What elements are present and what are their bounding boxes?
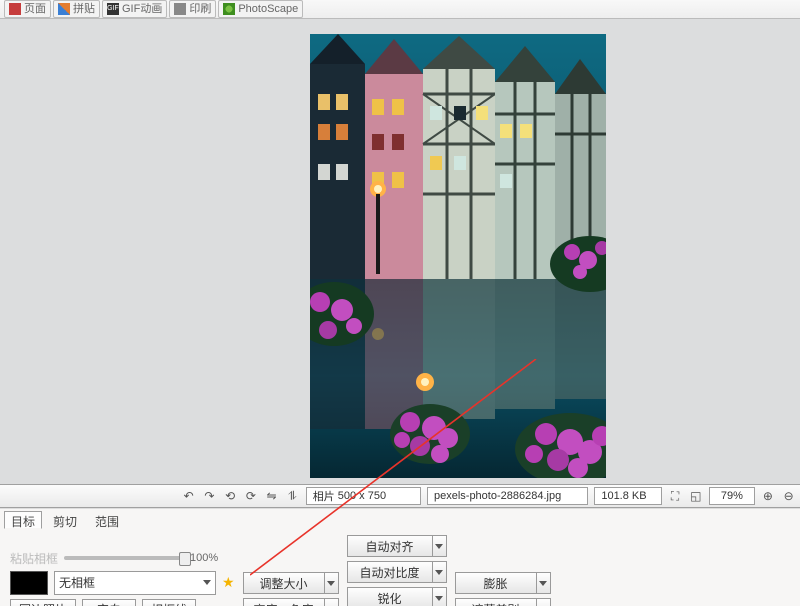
auto-align-button[interactable]: 自动对齐 [347,535,433,557]
tab-crop[interactable]: 剪切 [46,511,84,529]
star-icon[interactable]: ★ [222,574,235,591]
fit-screen-icon[interactable]: ⛶ [668,488,683,504]
panel-tabs: 目标 剪切 范围 [4,511,796,529]
top-toolbar: 页面 拼贴 GIFGIF动画 印刷 PhotoScape [0,0,800,19]
blank-button[interactable]: 空白 [82,599,136,606]
frame-opacity-slider[interactable] [64,556,184,560]
control-panel: 目标 剪切 范围 粘贴相框 100% 无相框 ★ 圆边照片 空白 相框线 [0,508,800,606]
tab-photoscape[interactable]: PhotoScape [218,0,303,18]
paste-frame-label: 粘贴相框 [10,550,58,567]
tab-collage[interactable]: 拼贴 [53,0,100,18]
flip-v-icon[interactable]: ⥮ [285,488,300,504]
tab-print[interactable]: 印刷 [169,0,216,18]
actual-size-icon[interactable]: ◱ [688,488,703,504]
bloom-dropdown[interactable] [537,572,551,594]
zoom-in-icon[interactable]: ⊕ [761,488,776,504]
frame-opacity-value: 100% [190,552,218,564]
frame-line-button[interactable]: 相框线 [142,599,196,606]
flip-h-icon[interactable]: ⇋ [264,488,279,504]
dimensions-field: 相片 500 x 750 [306,487,421,505]
status-bar: ↶ ↷ ⟲ ⟳ ⇋ ⥮ 相片 500 x 750 pexels-photo-28… [0,484,800,508]
filename-field: pexels-photo-2886284.jpg [427,487,588,505]
tab-target[interactable]: 目标 [4,511,42,529]
resize-dropdown[interactable] [325,572,339,594]
brightness-color-button[interactable]: 亮度，色度 [243,598,325,606]
zoom-field: 79% [709,487,754,505]
rotate-cw-icon[interactable]: ⟳ [243,488,258,504]
auto-align-dropdown[interactable] [433,535,447,557]
frame-preview [10,571,48,595]
filesize-field: 101.8 KB [594,487,661,505]
tab-gif[interactable]: GIFGIF动画 [102,0,167,18]
sharpen-button[interactable]: 锐化 [347,587,433,606]
auto-contrast-dropdown[interactable] [433,561,447,583]
mask-diff-button[interactable]: 遮蔽差别 [455,598,537,606]
rotate-ccw-icon[interactable]: ⟲ [223,488,238,504]
undo-icon[interactable]: ↶ [181,488,196,504]
redo-icon[interactable]: ↷ [202,488,217,504]
zoom-out-icon[interactable]: ⊖ [781,488,796,504]
frame-select[interactable]: 无相框 [54,571,216,595]
round-photo-button[interactable]: 圆边照片 [10,599,76,606]
tab-range[interactable]: 范围 [88,511,126,529]
sharpen-dropdown[interactable] [433,587,447,606]
chevron-down-icon [203,580,211,585]
photo-preview [310,34,606,478]
auto-contrast-button[interactable]: 自动对比度 [347,561,433,583]
tab-page[interactable]: 页面 [4,0,51,18]
brightness-color-dropdown[interactable] [325,598,339,606]
resize-button[interactable]: 调整大小 [243,572,325,594]
mask-diff-dropdown[interactable] [537,598,551,606]
editor-canvas[interactable] [0,19,800,484]
bloom-button[interactable]: 膨胀 [455,572,537,594]
